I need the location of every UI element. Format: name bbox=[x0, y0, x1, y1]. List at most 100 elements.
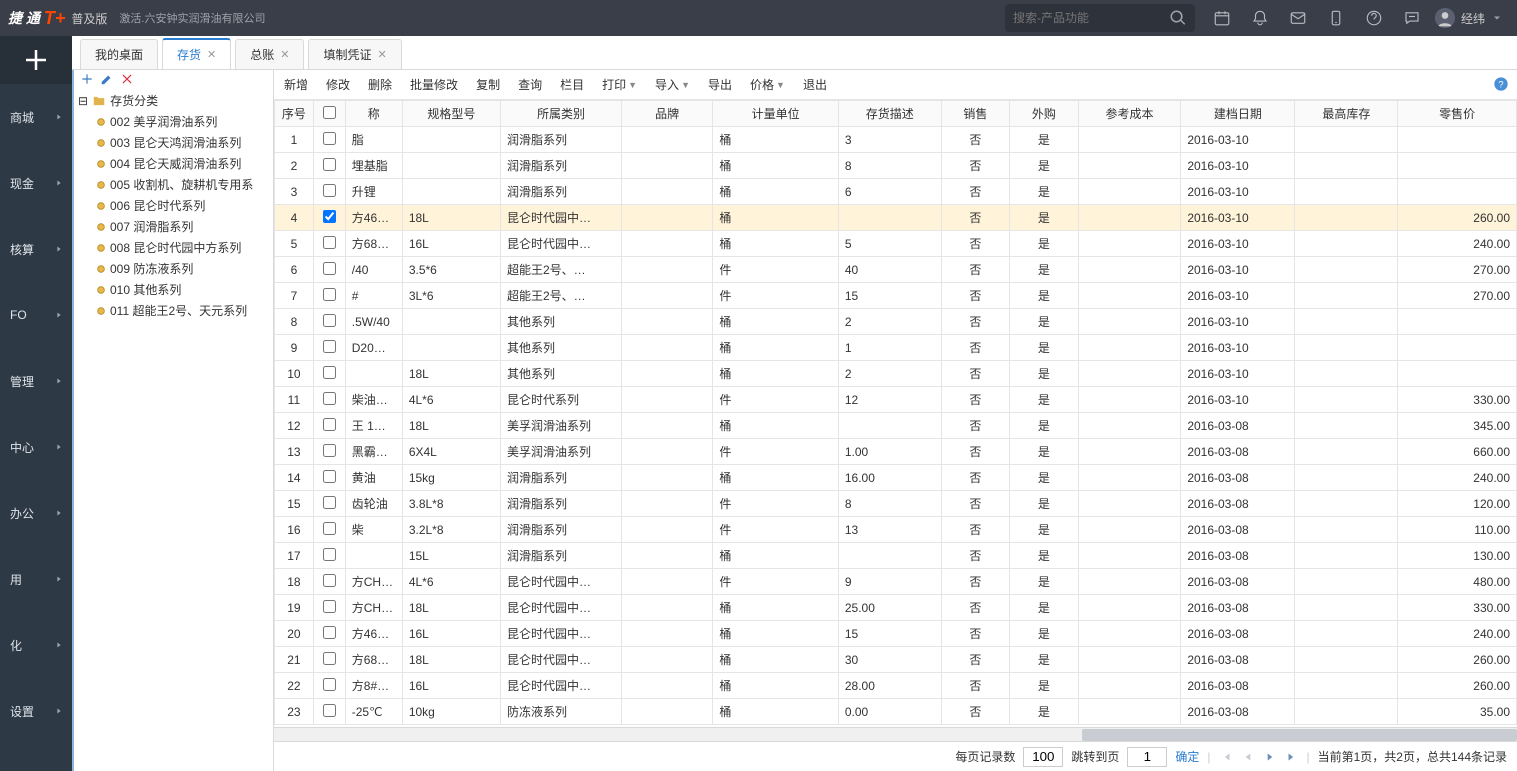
toolbar-button[interactable]: 批量修改 bbox=[410, 76, 458, 93]
nav-add-button[interactable] bbox=[0, 36, 72, 84]
row-checkbox[interactable] bbox=[323, 470, 336, 483]
tree-delete-icon[interactable] bbox=[120, 72, 134, 86]
tree-leaf[interactable]: 011 超能王2号、天元系列 bbox=[96, 300, 269, 321]
row-checkbox[interactable] bbox=[323, 444, 336, 457]
toolbar-button[interactable]: 复制 bbox=[476, 76, 500, 93]
row-checkbox[interactable] bbox=[323, 496, 336, 509]
row-checkbox[interactable] bbox=[323, 210, 336, 223]
col-header[interactable]: 称 bbox=[345, 101, 402, 127]
col-header[interactable]: 建档日期 bbox=[1181, 101, 1295, 127]
nav-item[interactable]: 设置 bbox=[0, 678, 72, 744]
table-row[interactable]: 18方CH…4L*6昆仑时代园中…件9否是2016-03-08480.00 bbox=[275, 569, 1517, 595]
row-checkbox[interactable] bbox=[323, 678, 336, 691]
table-row[interactable]: 11柴油…4L*6昆仑时代系列件12否是2016-03-10330.00 bbox=[275, 387, 1517, 413]
tree-leaf[interactable]: 010 其他系列 bbox=[96, 279, 269, 300]
row-checkbox[interactable] bbox=[323, 132, 336, 145]
row-checkbox[interactable] bbox=[323, 652, 336, 665]
grid-scroll[interactable]: 序号称规格型号所属类别品牌计量单位存货描述销售外购参考成本建档日期最高库存零售价… bbox=[274, 100, 1517, 727]
search-input[interactable] bbox=[1013, 11, 1169, 25]
tree-leaf[interactable]: 004 昆仑天威润滑油系列 bbox=[96, 153, 269, 174]
row-checkbox[interactable] bbox=[323, 392, 336, 405]
nav-item[interactable]: 化 bbox=[0, 612, 72, 678]
tab-close-icon[interactable]: ✕ bbox=[378, 48, 387, 61]
search-box[interactable] bbox=[1005, 4, 1195, 32]
toolbar-button[interactable]: 删除 bbox=[368, 76, 392, 93]
bell-icon[interactable] bbox=[1251, 9, 1269, 27]
per-page-input[interactable] bbox=[1023, 747, 1063, 767]
col-header[interactable]: 序号 bbox=[275, 101, 314, 127]
toolbar-button[interactable]: 新增 bbox=[284, 76, 308, 93]
table-row[interactable]: 20方46…16L昆仑时代园中…桶15否是2016-03-08240.00 bbox=[275, 621, 1517, 647]
table-row[interactable]: 8.5W/40其他系列桶2否是2016-03-10 bbox=[275, 309, 1517, 335]
nav-item[interactable]: FO bbox=[0, 282, 72, 348]
tab[interactable]: 存货✕ bbox=[162, 38, 231, 69]
tree-root[interactable]: ⊟ 存货分类 bbox=[78, 90, 269, 111]
row-checkbox[interactable] bbox=[323, 288, 336, 301]
table-row[interactable]: 4方46…18L昆仑时代园中…桶否是2016-03-10260.00 bbox=[275, 205, 1517, 231]
nav-item[interactable]: 办公 bbox=[0, 480, 72, 546]
table-row[interactable]: 12王 1…18L美孚润滑油系列桶否是2016-03-08345.00 bbox=[275, 413, 1517, 439]
table-row[interactable]: 14黄油15kg润滑脂系列桶16.00否是2016-03-08240.00 bbox=[275, 465, 1517, 491]
nav-item[interactable]: 中心 bbox=[0, 414, 72, 480]
row-checkbox[interactable] bbox=[323, 600, 336, 613]
table-row[interactable]: 3升锂润滑脂系列桶6否是2016-03-10 bbox=[275, 179, 1517, 205]
table-row[interactable]: 2埋基脂润滑脂系列桶8否是2016-03-10 bbox=[275, 153, 1517, 179]
table-row[interactable]: 1脂润滑脂系列桶3否是2016-03-10 bbox=[275, 127, 1517, 153]
table-row[interactable]: 1018L其他系列桶2否是2016-03-10 bbox=[275, 361, 1517, 387]
mobile-icon[interactable] bbox=[1327, 9, 1345, 27]
user-menu[interactable]: 经纬 bbox=[1435, 8, 1503, 28]
tab-close-icon[interactable]: ✕ bbox=[280, 48, 289, 61]
pager-confirm-button[interactable]: 确定 bbox=[1175, 748, 1199, 765]
toolbar-dropdown[interactable]: 价格 ▼ bbox=[750, 76, 785, 93]
first-page-icon[interactable] bbox=[1219, 750, 1233, 764]
toolbar-button[interactable]: 修改 bbox=[326, 76, 350, 93]
col-header[interactable]: 外购 bbox=[1010, 101, 1078, 127]
row-checkbox[interactable] bbox=[323, 522, 336, 535]
tree-leaf[interactable]: 003 昆仑天鸿润滑油系列 bbox=[96, 132, 269, 153]
search-icon[interactable] bbox=[1169, 9, 1187, 27]
tab-close-icon[interactable]: ✕ bbox=[207, 48, 216, 61]
table-row[interactable]: 21方68…18L昆仑时代园中…桶30否是2016-03-08260.00 bbox=[275, 647, 1517, 673]
row-checkbox[interactable] bbox=[323, 574, 336, 587]
col-header[interactable]: 计量单位 bbox=[713, 101, 839, 127]
col-header[interactable]: 最高库存 bbox=[1295, 101, 1398, 127]
col-header[interactable]: 销售 bbox=[941, 101, 1009, 127]
table-row[interactable]: 23-25℃10kg防冻液系列桶0.00否是2016-03-0835.00 bbox=[275, 699, 1517, 725]
row-checkbox[interactable] bbox=[323, 236, 336, 249]
tree-leaf[interactable]: 006 昆仑时代系列 bbox=[96, 195, 269, 216]
table-row[interactable]: 9D20…其他系列桶1否是2016-03-10 bbox=[275, 335, 1517, 361]
row-checkbox[interactable] bbox=[323, 158, 336, 171]
col-header[interactable] bbox=[313, 101, 345, 127]
nav-item[interactable]: 现金 bbox=[0, 150, 72, 216]
prev-page-icon[interactable] bbox=[1241, 750, 1255, 764]
jump-input[interactable] bbox=[1127, 747, 1167, 767]
tab[interactable]: 填制凭证✕ bbox=[308, 39, 401, 69]
nav-item[interactable]: 商城 bbox=[0, 84, 72, 150]
tab[interactable]: 总账✕ bbox=[235, 39, 304, 69]
toolbar-button[interactable]: 栏目 bbox=[560, 76, 584, 93]
h-scrollbar[interactable] bbox=[274, 727, 1517, 741]
calendar-icon[interactable] bbox=[1213, 9, 1231, 27]
col-header[interactable]: 零售价 bbox=[1398, 101, 1517, 127]
row-checkbox[interactable] bbox=[323, 314, 336, 327]
tree-leaf[interactable]: 007 润滑脂系列 bbox=[96, 216, 269, 237]
last-page-icon[interactable] bbox=[1285, 750, 1299, 764]
table-row[interactable]: 6/403.5*6超能王2号、…件40否是2016-03-10270.00 bbox=[275, 257, 1517, 283]
tree-leaf[interactable]: 008 昆仑时代园中方系列 bbox=[96, 237, 269, 258]
tree-leaf[interactable]: 009 防冻液系列 bbox=[96, 258, 269, 279]
message-icon[interactable] bbox=[1403, 9, 1421, 27]
row-checkbox[interactable] bbox=[323, 184, 336, 197]
nav-item[interactable]: 用 bbox=[0, 546, 72, 612]
col-header[interactable]: 所属类别 bbox=[501, 101, 622, 127]
toolbar-button[interactable]: 导出 bbox=[708, 76, 732, 93]
table-row[interactable]: 19方CH…18L昆仑时代园中…桶25.00否是2016-03-08330.00 bbox=[275, 595, 1517, 621]
toolbar-help-icon[interactable]: ? bbox=[1493, 76, 1509, 92]
row-checkbox[interactable] bbox=[323, 340, 336, 353]
mail-icon[interactable] bbox=[1289, 9, 1307, 27]
toolbar-button[interactable]: 退出 bbox=[803, 76, 827, 93]
row-checkbox[interactable] bbox=[323, 418, 336, 431]
table-row[interactable]: 16柴3.2L*8润滑脂系列件13否是2016-03-08110.00 bbox=[275, 517, 1517, 543]
col-header[interactable]: 规格型号 bbox=[402, 101, 500, 127]
row-checkbox[interactable] bbox=[323, 262, 336, 275]
tree-leaf[interactable]: 005 收割机、旋耕机专用系 bbox=[96, 174, 269, 195]
